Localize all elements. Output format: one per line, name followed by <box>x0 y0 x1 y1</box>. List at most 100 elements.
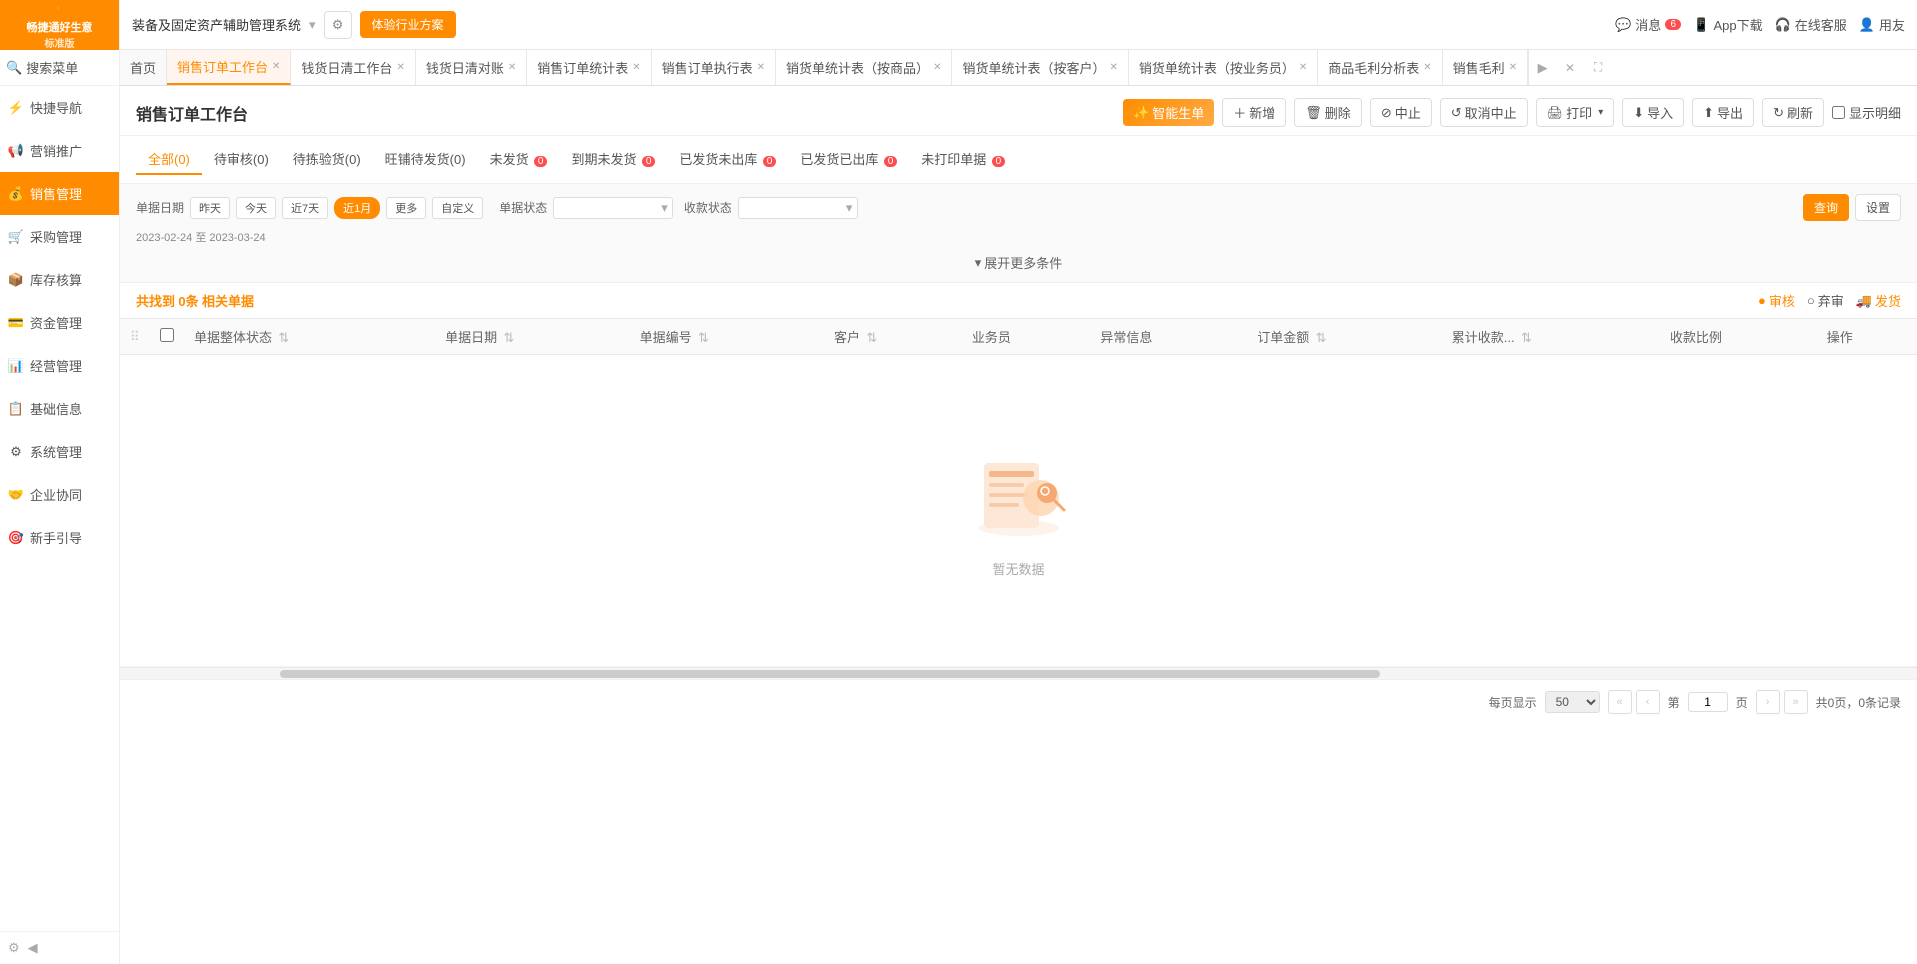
refresh-btn[interactable]: ↻ 刷新 <box>1762 98 1824 127</box>
tab-margin-analysis[interactable]: 商品毛利分析表 ✕ <box>1318 50 1442 85</box>
sidebar-item-inventory[interactable]: 📦 库存核算 <box>0 258 119 301</box>
sidebar-item-finance[interactable]: 💳 资金管理 <box>0 301 119 344</box>
sidebar-item-guide[interactable]: 🎯 新手引导 <box>0 516 119 559</box>
date-btn-1month[interactable]: 近1月 <box>334 197 380 219</box>
online-service-btn[interactable]: 🎧 在线客服 <box>1775 15 1847 34</box>
basic-info-icon: 📋 <box>8 401 24 417</box>
filter-tab-overdue-unshipped[interactable]: 到期未发货 0 <box>559 144 667 175</box>
tab-salesperson-stats[interactable]: 销货单统计表（按业务员） ✕ <box>1129 50 1318 85</box>
tab-goods-stats-close[interactable]: ✕ <box>933 62 941 73</box>
tab-reconcile-close[interactable]: ✕ <box>508 62 516 73</box>
filter-tab-unshipped[interactable]: 未发货 0 <box>478 144 560 175</box>
tab-sales-margin[interactable]: 销售毛利 ✕ <box>1443 50 1528 85</box>
sidebar-item-marketing[interactable]: 📢 营销推广 <box>0 129 119 172</box>
col-drag: ⠿ <box>120 319 150 355</box>
tab-reconcile[interactable]: 钱货日清对账 ✕ <box>416 50 527 85</box>
filter-tab-shipped-out[interactable]: 已发货已出库 0 <box>788 144 909 175</box>
collapse-icon[interactable]: ◀ <box>28 940 38 956</box>
settings-bottom-icon[interactable]: ⚙ <box>8 940 20 956</box>
col-date-sort[interactable]: ⇅ <box>503 330 514 345</box>
result-text-suffix: 相关单据 <box>202 294 254 309</box>
tab-daily-clear-close[interactable]: ✕ <box>396 62 404 73</box>
tab-sales-stats-close[interactable]: ✕ <box>632 62 640 73</box>
show-detail-checkbox[interactable]: 显示明细 <box>1832 103 1901 122</box>
tab-sales-workbench-close[interactable]: ✕ <box>272 61 280 72</box>
print-btn[interactable]: 🖨 打印 ▾ <box>1536 98 1615 127</box>
date-btn-today[interactable]: 今天 <box>236 197 276 219</box>
sidebar-search[interactable]: 🔍 搜索菜单 <box>0 50 119 86</box>
cancel-stop-btn[interactable]: ↺ 取消中止 <box>1440 98 1528 127</box>
topbar-settings-btn[interactable]: ⚙ <box>324 11 352 39</box>
industry-solution-btn[interactable]: 体验行业方案 <box>360 11 456 38</box>
sidebar-item-operations[interactable]: 📊 经营管理 <box>0 344 119 387</box>
message-btn[interactable]: 💬 消息 6 <box>1615 15 1681 34</box>
deliver-btn[interactable]: 🚚 发货 <box>1856 291 1901 310</box>
prev-page-btn[interactable]: ‹ <box>1636 690 1660 714</box>
tab-sales-exec-close[interactable]: ✕ <box>757 62 765 73</box>
filter-tab-all[interactable]: 全部(0) <box>136 144 202 175</box>
import-btn[interactable]: ⬇ 导入 <box>1622 98 1684 127</box>
export-btn[interactable]: ⬆ 导出 <box>1692 98 1754 127</box>
reset-btn[interactable]: 设置 <box>1855 194 1901 221</box>
horizontal-scrollbar[interactable] <box>120 667 1917 679</box>
sidebar-item-system[interactable]: ⚙ 系统管理 <box>0 430 119 473</box>
tab-salesperson-stats-close[interactable]: ✕ <box>1299 62 1307 73</box>
sidebar-item-purchase[interactable]: 🛒 采购管理 <box>0 215 119 258</box>
tab-customer-stats[interactable]: 销货单统计表（按客户） ✕ <box>952 50 1128 85</box>
col-collected-sort[interactable]: ⇅ <box>1521 330 1532 345</box>
col-status: 单据整体状态 ⇅ <box>184 319 435 355</box>
sidebar-item-enterprise[interactable]: 🤝 企业协同 <box>0 473 119 516</box>
next-page-btn[interactable]: › <box>1756 690 1780 714</box>
user-menu-btn[interactable]: 👤 用友 <box>1859 15 1905 34</box>
tab-close-all-btn[interactable]: ✕ <box>1556 50 1584 85</box>
tab-scroll-right-btn[interactable]: ▶ <box>1528 50 1556 85</box>
last-page-btn[interactable]: » <box>1784 690 1808 714</box>
query-btn[interactable]: 查询 <box>1803 194 1849 221</box>
message-badge: 6 <box>1665 19 1681 30</box>
date-btn-custom[interactable]: 自定义 <box>432 197 483 219</box>
import-icon: ⬇ <box>1633 105 1644 121</box>
filter-tab-not-printed[interactable]: 未打印单据 0 <box>909 144 1017 175</box>
tab-margin-analysis-close[interactable]: ✕ <box>1423 62 1431 73</box>
expand-filter-btn[interactable]: ▾ 展开更多条件 <box>975 253 1063 272</box>
filter-tab-shipped-not-out[interactable]: 已发货未出库 0 <box>667 144 788 175</box>
tab-goods-stats[interactable]: 销货单统计表（按商品） ✕ <box>776 50 952 85</box>
tab-sales-margin-close[interactable]: ✕ <box>1509 62 1517 73</box>
col-status-sort[interactable]: ⇅ <box>278 330 289 345</box>
stop-btn[interactable]: ⊘ 中止 <box>1370 98 1432 127</box>
date-btn-more[interactable]: 更多 <box>386 197 426 219</box>
payment-filter-select[interactable] <box>738 197 858 219</box>
tab-home[interactable]: 首页 <box>120 50 167 85</box>
sidebar-item-basic-info[interactable]: 📋 基础信息 <box>0 387 119 430</box>
page-input[interactable] <box>1688 692 1728 712</box>
tab-sales-stats[interactable]: 销售订单统计表 ✕ <box>527 50 651 85</box>
app-download-btn[interactable]: 📱 App下载 <box>1693 15 1762 34</box>
tab-customer-stats-close[interactable]: ✕ <box>1109 62 1117 73</box>
first-page-btn[interactable]: « <box>1608 690 1632 714</box>
col-number-sort[interactable]: ⇅ <box>698 330 709 345</box>
sidebar-item-quick-nav[interactable]: ⚡ 快捷导航 <box>0 86 119 129</box>
status-filter-select[interactable] <box>553 197 673 219</box>
tab-fullscreen-btn[interactable]: ⛶ <box>1584 50 1612 85</box>
scroll-thumb[interactable] <box>280 670 1380 678</box>
sidebar-item-sales[interactable]: 💰 销售管理 <box>0 172 119 215</box>
filter-tab-pending-inspect[interactable]: 待拣验货(0) <box>281 144 373 175</box>
delete-btn[interactable]: 🗑 删除 <box>1294 98 1362 127</box>
tab-sales-workbench[interactable]: 销售订单工作台 ✕ <box>167 50 291 85</box>
tab-sales-exec[interactable]: 销售订单执行表 ✕ <box>652 50 776 85</box>
audit-btn[interactable]: ● 审核 <box>1758 291 1795 310</box>
col-customer-sort[interactable]: ⇅ <box>866 330 877 345</box>
date-btn-yesterday[interactable]: 昨天 <box>190 197 230 219</box>
cancel-audit-btn[interactable]: ○ 弃审 <box>1807 291 1844 310</box>
select-all-checkbox[interactable] <box>160 328 174 342</box>
filter-tab-pending-audit[interactable]: 待审核(0) <box>202 144 281 175</box>
show-detail-input[interactable] <box>1832 106 1845 119</box>
col-amount-sort[interactable]: ⇅ <box>1316 330 1327 345</box>
filter-tab-shipped-out-label: 已发货已出库 <box>800 152 878 167</box>
page-size-select[interactable]: 20 50 100 <box>1545 691 1600 713</box>
add-btn[interactable]: ＋ 新增 <box>1222 98 1286 127</box>
date-btn-7days[interactable]: 近7天 <box>282 197 328 219</box>
tab-daily-clear[interactable]: 钱货日清工作台 ✕ <box>291 50 415 85</box>
ai-generate-btn[interactable]: ✨ 智能生单 <box>1123 99 1214 126</box>
filter-tab-wangpu[interactable]: 旺铺待发货(0) <box>373 144 478 175</box>
